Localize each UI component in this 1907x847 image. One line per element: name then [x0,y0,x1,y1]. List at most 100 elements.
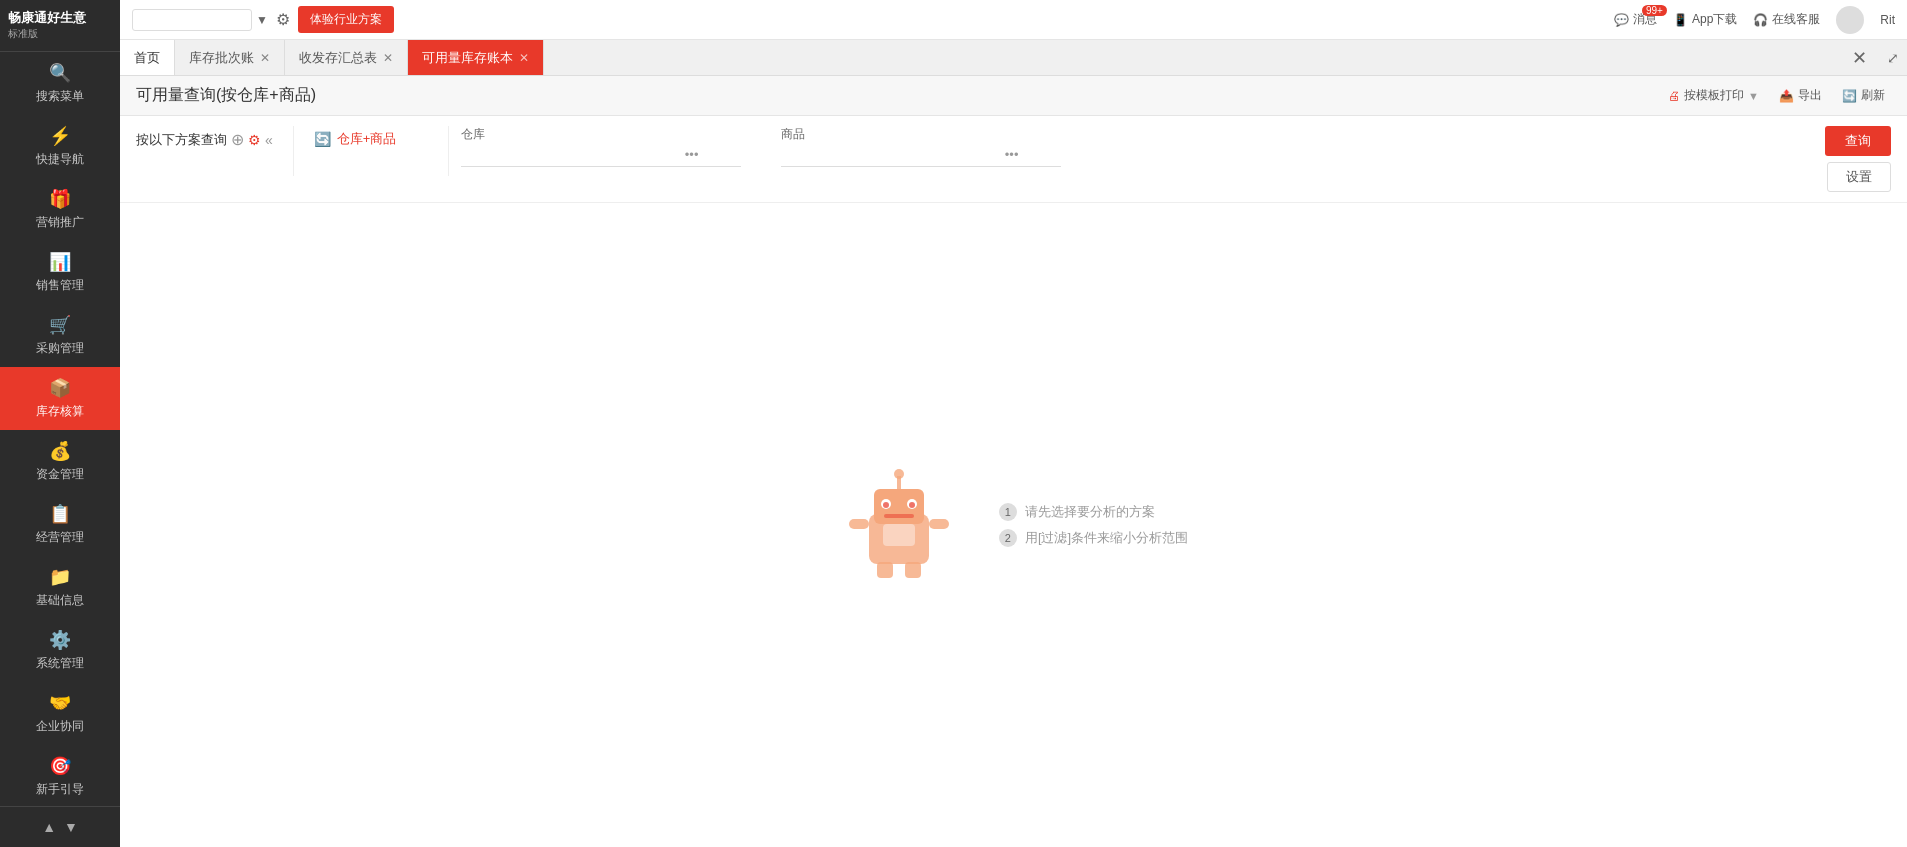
box-icon: 📦 [49,377,71,399]
scroll-up-button[interactable]: ▲ [38,815,60,839]
money-icon: 💰 [49,440,71,462]
main-area: ▼ ⚙ 体验行业方案 💬 消息 99+ 📱 App下载 🎧 在线客服 Rit 首… [120,0,1907,847]
sidebar-item-marketing[interactable]: 🎁 营销推广 [0,178,120,241]
sidebar-item-label: 经营管理 [36,529,84,546]
refresh-icon: 🔄 [1842,89,1857,103]
expand-tab-icon[interactable]: ⤢ [1879,50,1907,66]
tab-available-ledger[interactable]: 可用量库存账本 ✕ [408,40,544,75]
tab-home[interactable]: 首页 [120,40,175,75]
scheme-label: 仓库+商品 [337,130,397,148]
product-more-icon[interactable]: ••• [1005,147,1019,162]
filter-collapse-icon[interactable]: « [265,132,273,148]
refresh-button[interactable]: 🔄 刷新 [1836,84,1891,107]
sidebar-item-label: 采购管理 [36,340,84,357]
sidebar-item-sales[interactable]: 📊 销售管理 [0,241,120,304]
sidebar-item-inventory[interactable]: 📦 库存核算 [0,367,120,430]
online-service-button[interactable]: 🎧 在线客服 [1753,11,1820,28]
product-input[interactable] [781,147,1001,162]
sidebar-item-label: 销售管理 [36,277,84,294]
sidebar-item-enterprise[interactable]: 🤝 企业协同 [0,682,120,745]
scheme-icon: 🔄 [314,131,331,147]
sidebar-item-label: 搜索菜单 [36,88,84,105]
filter-field-warehouse: 仓库 ••• [461,126,741,167]
hint-text-1: 请先选择要分析的方案 [1025,503,1155,521]
sidebar-item-finance[interactable]: 💰 资金管理 [0,430,120,493]
tab-bar: 首页 库存批次账 ✕ 收发存汇总表 ✕ 可用量库存账本 ✕ ✕ ⤢ [120,40,1907,76]
gear-icon: ⚙️ [49,629,71,651]
scheme-item-warehouse-product[interactable]: 🔄 仓库+商品 [306,126,436,152]
sidebar-item-operations[interactable]: 📋 经营管理 [0,493,120,556]
hint-num-1: 1 [999,503,1017,521]
topbar-right: 💬 消息 99+ 📱 App下载 🎧 在线客服 Rit [1614,6,1895,34]
message-count-badge: 99+ [1642,5,1667,16]
sidebar-item-search[interactable]: 🔍 搜索菜单 [0,52,120,115]
svg-rect-8 [929,519,949,529]
tab-collect-summary-close-icon[interactable]: ✕ [383,51,393,65]
online-service-label: 在线客服 [1772,11,1820,28]
scroll-down-button[interactable]: ▼ [60,815,82,839]
svg-point-12 [894,469,904,479]
sidebar-item-label: 企业协同 [36,718,84,735]
tab-batch-account-close-icon[interactable]: ✕ [260,51,270,65]
phone-icon: 📱 [1673,13,1688,27]
sidebar-footer: ▲ ▼ [0,806,120,847]
svg-rect-10 [905,562,921,578]
sidebar-item-shortcut[interactable]: ⚡ 快捷导航 [0,115,120,178]
tab-available-ledger-close-icon[interactable]: ✕ [519,51,529,65]
industry-solution-button[interactable]: 体验行业方案 [298,6,394,33]
message-button[interactable]: 💬 消息 99+ [1614,11,1657,28]
app-download-button[interactable]: 📱 App下载 [1673,11,1737,28]
filter-action-buttons: 查询 设置 [1809,126,1891,192]
empty-robot-illustration [839,464,959,587]
export-button[interactable]: 📤 导出 [1773,84,1828,107]
target-icon: 🎯 [49,755,71,777]
print-dropdown-icon[interactable]: ▼ [1748,90,1759,102]
svg-rect-1 [874,489,924,524]
headset-icon: 🎧 [1753,13,1768,27]
product-field-input-area: ••• [781,147,1061,167]
tab-batch-account[interactable]: 库存批次账 ✕ [175,40,285,75]
svg-point-4 [883,502,889,508]
export-label: 导出 [1798,87,1822,104]
warehouse-input[interactable] [461,147,681,162]
print-button[interactable]: 🖨 按模板打印 ▼ [1662,84,1765,107]
filter-section: 按以下方案查询 ⊕ ⚙ « 🔄 仓库+商品 仓库 [136,126,1891,192]
user-avatar[interactable] [1836,6,1864,34]
dropdown-arrow-icon[interactable]: ▼ [256,13,268,27]
sidebar-item-newbie[interactable]: 🎯 新手引导 [0,745,120,806]
filter-settings-icon[interactable]: ⚙ [248,132,261,148]
filter-divider2 [448,126,449,176]
tab-collect-summary[interactable]: 收发存汇总表 ✕ [285,40,408,75]
svg-rect-7 [849,519,869,529]
brand-name: 畅康通好生意 [8,10,112,27]
sidebar-item-basic[interactable]: 📁 基础信息 [0,556,120,619]
filter-add-icon[interactable]: ⊕ [231,130,244,149]
print-icon: 🖨 [1668,89,1680,103]
cart-icon: 🛒 [49,314,71,336]
edition-label: 标准版 [8,27,112,41]
filter-divider [293,126,294,176]
search-input[interactable] [132,9,252,31]
page-title: 可用量查询(按仓库+商品) [136,85,316,106]
sidebar-item-purchase[interactable]: 🛒 采购管理 [0,304,120,367]
settings-button[interactable]: 设置 [1827,162,1891,192]
svg-point-5 [909,502,915,508]
hint-item-2: 2 用[过滤]条件来缩小分析范围 [999,529,1188,547]
tab-collect-summary-label: 收发存汇总表 [299,49,377,67]
sidebar-item-label: 快捷导航 [36,151,84,168]
sidebar-item-label: 库存核算 [36,403,84,420]
filter-label: 按以下方案查询 [136,131,227,149]
warehouse-more-icon[interactable]: ••• [685,147,699,162]
close-all-tabs-button[interactable]: ✕ [1840,47,1879,69]
filter-label-area: 按以下方案查询 ⊕ ⚙ « [136,126,273,149]
sidebar-item-label: 基础信息 [36,592,84,609]
sidebar-item-system[interactable]: ⚙️ 系统管理 [0,619,120,682]
empty-hints: 1 请先选择要分析的方案 2 用[过滤]条件来缩小分析范围 [999,503,1188,547]
export-icon: 📤 [1779,89,1794,103]
handshake-icon: 🤝 [49,692,71,714]
warehouse-field-label: 仓库 [461,126,741,143]
sidebar-item-label: 资金管理 [36,466,84,483]
query-button[interactable]: 查询 [1825,126,1891,156]
settings-gear-icon[interactable]: ⚙ [276,10,290,29]
sidebar-scroll: 🔍 搜索菜单 ⚡ 快捷导航 🎁 营销推广 📊 销售管理 🛒 采购管理 📦 库存核… [0,52,120,806]
